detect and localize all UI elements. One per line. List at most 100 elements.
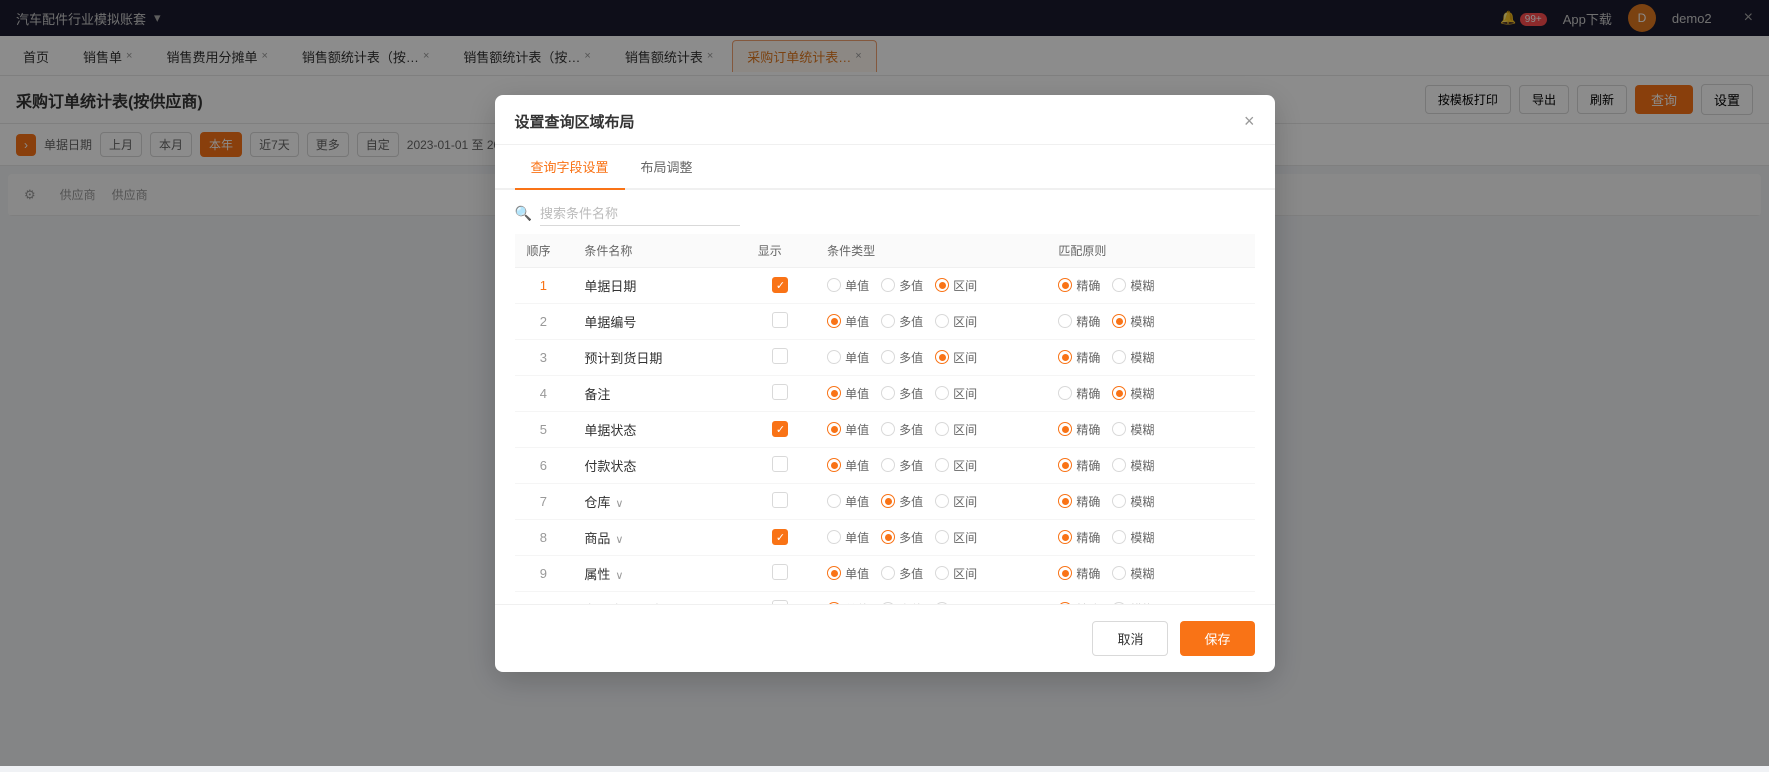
type-radio-item[interactable]: 单值 — [827, 493, 869, 510]
type-radio-item[interactable]: 区间 — [935, 565, 977, 582]
radio-label: 精确 — [1076, 313, 1100, 330]
save-button[interactable]: 保存 — [1180, 621, 1254, 656]
row-condition-name: 单据编号 — [572, 303, 745, 339]
rule-radio-item[interactable]: 模糊 — [1112, 277, 1154, 294]
modal-close-btn[interactable]: × — [1244, 111, 1255, 132]
display-checkbox[interactable] — [772, 492, 788, 508]
type-radio-item[interactable]: 区间 — [935, 457, 977, 474]
rule-radio-group: 精确模糊 — [1058, 313, 1242, 330]
rule-radio-item[interactable]: 模糊 — [1112, 457, 1154, 474]
rule-radio-item[interactable]: 精确 — [1058, 421, 1100, 438]
type-radio-item[interactable]: 多值 — [881, 457, 923, 474]
rule-radio-item[interactable]: 精确 — [1058, 565, 1100, 582]
radio-circle-icon — [1112, 530, 1126, 544]
type-radio-group: 单值多值区间 — [827, 493, 1034, 510]
type-radio-item[interactable]: 区间 — [935, 313, 977, 330]
radio-label: 单值 — [845, 565, 869, 582]
display-checkbox[interactable] — [772, 312, 788, 328]
rule-radio-item[interactable]: 模糊 — [1112, 385, 1154, 402]
th-order: 顺序 — [515, 234, 573, 268]
row-rule-cell: 精确 模糊 — [1046, 447, 1254, 483]
radio-label: 模糊 — [1130, 277, 1154, 294]
rule-radio-item[interactable]: 精确 — [1058, 457, 1100, 474]
radio-circle-icon — [881, 278, 895, 292]
type-radio-item[interactable]: 单值 — [827, 565, 869, 582]
display-checkbox[interactable] — [772, 529, 788, 545]
rule-radio-item[interactable]: 精确 — [1058, 277, 1100, 294]
radio-label: 多值 — [899, 385, 923, 402]
type-radio-item[interactable]: 单值 — [827, 313, 869, 330]
type-radio-item[interactable]: 多值 — [881, 313, 923, 330]
table-scroll-area[interactable]: 顺序 条件名称 显示 条件类型 匹配原则 1单据日期单值多值区间精确模糊2单据编… — [495, 234, 1275, 604]
display-checkbox[interactable] — [772, 421, 788, 437]
type-radio-item[interactable]: 多值 — [881, 421, 923, 438]
radio-circle-icon — [935, 314, 949, 328]
rule-radio-group: 精确模糊 — [1058, 349, 1242, 366]
type-radio-item[interactable]: 单值 — [827, 529, 869, 546]
table-row: 8商品 ∨单值多值区间精确模糊 — [515, 519, 1255, 555]
type-radio-item[interactable]: 单值 — [827, 385, 869, 402]
search-bar: 🔍 — [495, 190, 1275, 234]
dropdown-arrow-icon[interactable]: ∨ — [612, 498, 623, 510]
tab-query-fields[interactable]: 查询字段设置 — [515, 145, 625, 190]
radio-circle-icon — [1058, 530, 1072, 544]
rule-radio-item[interactable]: 精确 — [1058, 349, 1100, 366]
rule-radio-item[interactable]: 模糊 — [1112, 529, 1154, 546]
display-checkbox[interactable] — [772, 277, 788, 293]
display-checkbox[interactable] — [772, 348, 788, 364]
type-radio-item[interactable]: 单值 — [827, 277, 869, 294]
radio-circle-icon — [827, 422, 841, 436]
rule-radio-item[interactable]: 模糊 — [1112, 565, 1154, 582]
type-radio-item[interactable]: 区间 — [935, 493, 977, 510]
rule-radio-item[interactable]: 精确 — [1058, 493, 1100, 510]
th-name: 条件名称 — [572, 234, 745, 268]
rule-radio-group: 精确模糊 — [1058, 565, 1242, 582]
modal-title: 设置查询区域布局 — [515, 111, 635, 132]
search-input[interactable] — [540, 202, 740, 226]
type-radio-item[interactable]: 单值 — [827, 349, 869, 366]
row-order: 2 — [515, 303, 573, 339]
dropdown-arrow-icon[interactable]: ∨ — [612, 570, 623, 582]
row-type-cell: 单值多值区间 — [815, 447, 1046, 483]
radio-label: 精确 — [1076, 421, 1100, 438]
modal-dialog: 设置查询区域布局 × 查询字段设置 布局调整 🔍 — [495, 95, 1275, 672]
rule-radio-item[interactable]: 精确 — [1058, 385, 1100, 402]
type-radio-item[interactable]: 区间 — [935, 277, 977, 294]
type-radio-item[interactable]: 区间 — [935, 421, 977, 438]
type-radio-item[interactable]: 多值 — [881, 565, 923, 582]
dropdown-arrow-icon[interactable]: ∨ — [612, 534, 623, 546]
display-checkbox[interactable] — [772, 564, 788, 580]
display-checkbox[interactable] — [772, 384, 788, 400]
type-radio-item[interactable]: 区间 — [935, 529, 977, 546]
th-type: 条件类型 — [815, 234, 1046, 268]
row-type-cell: 单值 多值区间 — [815, 519, 1046, 555]
rule-radio-item[interactable]: 模糊 — [1112, 313, 1154, 330]
type-radio-item[interactable]: 单值 — [827, 421, 869, 438]
radio-label: 多值 — [899, 529, 923, 546]
type-radio-item[interactable]: 区间 — [935, 385, 977, 402]
radio-circle-icon — [1058, 314, 1072, 328]
type-radio-item[interactable]: 多值 — [881, 277, 923, 294]
rule-radio-item[interactable]: 精确 — [1058, 529, 1100, 546]
radio-circle-icon — [881, 386, 895, 400]
radio-label: 单值 — [845, 313, 869, 330]
row-type-cell: 单值多值区间 — [815, 267, 1046, 303]
display-checkbox[interactable] — [772, 456, 788, 472]
rule-radio-item[interactable]: 模糊 — [1112, 421, 1154, 438]
cancel-button[interactable]: 取消 — [1092, 621, 1168, 656]
rule-radio-item[interactable]: 模糊 — [1112, 493, 1154, 510]
type-radio-item[interactable]: 多值 — [881, 385, 923, 402]
rule-radio-item[interactable]: 精确 — [1058, 313, 1100, 330]
type-radio-item[interactable]: 单值 — [827, 457, 869, 474]
radio-label: 模糊 — [1130, 457, 1154, 474]
type-radio-item[interactable]: 多值 — [881, 493, 923, 510]
type-radio-item[interactable]: 多值 — [881, 349, 923, 366]
type-radio-item[interactable]: 区间 — [935, 349, 977, 366]
radio-circle-icon — [1112, 350, 1126, 364]
tab-layout-adjust[interactable]: 布局调整 — [625, 145, 709, 190]
rule-radio-item[interactable]: 模糊 — [1112, 349, 1154, 366]
radio-label: 模糊 — [1130, 493, 1154, 510]
radio-label: 多值 — [899, 349, 923, 366]
type-radio-item[interactable]: 多值 — [881, 529, 923, 546]
row-order: 6 — [515, 447, 573, 483]
